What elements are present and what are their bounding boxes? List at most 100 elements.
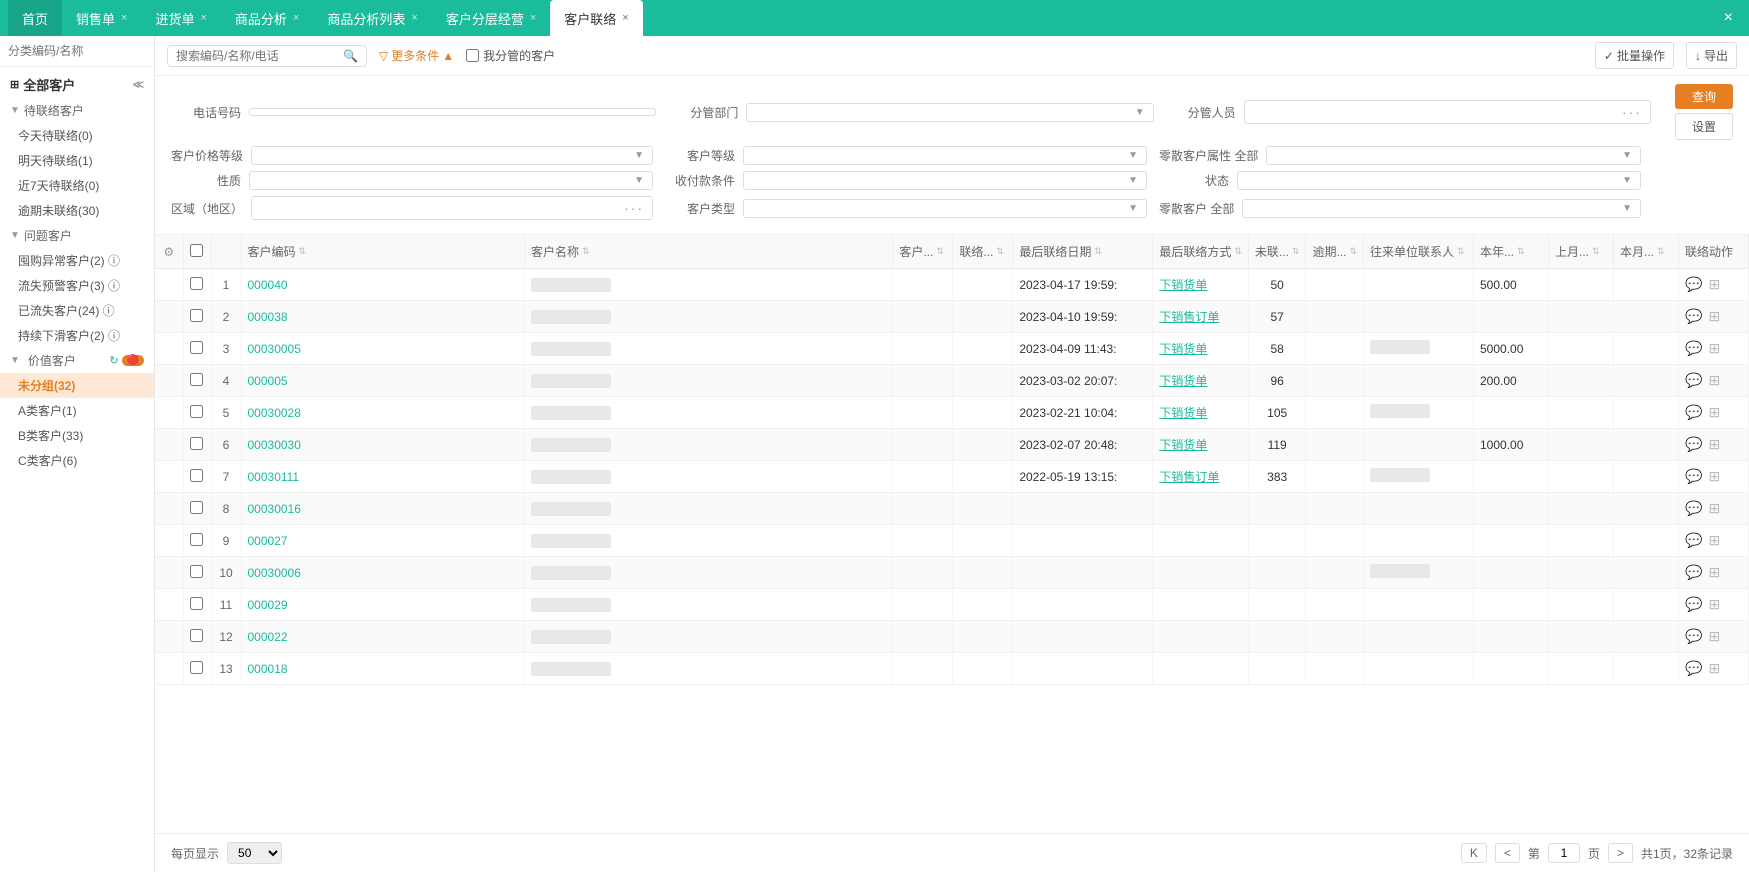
export-btn[interactable]: ↓ 导出	[1686, 42, 1737, 69]
row-code[interactable]: 00030030	[241, 429, 524, 461]
payment-dropdown[interactable]: ▼	[743, 171, 1147, 190]
row-code[interactable]: 000005	[241, 365, 524, 397]
row-select-checkbox[interactable]	[190, 501, 203, 514]
row-checkbox[interactable]	[183, 493, 211, 525]
row-code[interactable]: 000029	[241, 589, 524, 621]
row-last-contact-method[interactable]: 下销货单	[1153, 365, 1249, 397]
row-code[interactable]: 00030016	[241, 493, 524, 525]
row-select-checkbox[interactable]	[190, 437, 203, 450]
grid-action-icon[interactable]: ⊞	[1708, 308, 1720, 325]
grid-action-icon[interactable]: ⊞	[1708, 532, 1720, 549]
customer-level-dropdown[interactable]: ▼	[743, 146, 1147, 165]
row-code[interactable]: 00030006	[241, 557, 524, 589]
row-last-contact-method[interactable]: 下销货单	[1153, 429, 1249, 461]
grid-action-icon[interactable]: ⊞	[1708, 500, 1720, 517]
sidebar-group-pending[interactable]: ▼ 待联络客户	[0, 98, 154, 123]
tab-product-analysis-list[interactable]: 商品分析列表 ×	[313, 0, 431, 36]
row-checkbox[interactable]	[183, 525, 211, 557]
this-month-col-header[interactable]: 本月...⇅	[1614, 235, 1679, 269]
my-customers-check[interactable]	[466, 49, 479, 62]
person-input[interactable]: ···	[1244, 100, 1651, 124]
row-select-checkbox[interactable]	[190, 341, 203, 354]
message-icon[interactable]: 💬	[1685, 276, 1702, 293]
name-col-header[interactable]: 客户名称⇅	[524, 235, 892, 269]
row-checkbox[interactable]	[183, 397, 211, 429]
reset-btn[interactable]: 设置	[1675, 113, 1733, 140]
tab-purchase[interactable]: 进货单 ×	[141, 0, 220, 36]
tab-purchase-close[interactable]: ×	[200, 12, 206, 24]
message-icon[interactable]: 💬	[1685, 372, 1702, 389]
sidebar-item-class-c[interactable]: C类客户(6)	[0, 448, 154, 473]
row-code[interactable]: 000040	[241, 269, 524, 301]
grid-action-icon[interactable]: ⊞	[1708, 628, 1720, 645]
first-page-btn[interactable]: K	[1461, 843, 1487, 863]
overdue-col-header[interactable]: 逾期...⇅	[1306, 235, 1364, 269]
grid-action-icon[interactable]: ⊞	[1708, 436, 1720, 453]
page-number-input[interactable]	[1548, 843, 1580, 863]
row-checkbox[interactable]	[183, 589, 211, 621]
sidebar-item-churned[interactable]: 已流失客户(24) ⓘ	[0, 298, 154, 323]
price-level-dropdown[interactable]: ▼	[251, 146, 653, 165]
row-checkbox[interactable]	[183, 557, 211, 589]
last-month-col-header[interactable]: 上月...⇅	[1549, 235, 1614, 269]
search-btn[interactable]: 查询	[1675, 84, 1733, 109]
nature-dropdown[interactable]: ▼	[249, 171, 653, 190]
checkbox-col-header[interactable]	[183, 235, 211, 269]
tab-sales-close[interactable]: ×	[121, 12, 127, 24]
row-checkbox[interactable]	[183, 365, 211, 397]
message-icon[interactable]: 💬	[1685, 500, 1702, 517]
sidebar-collapse-icon[interactable]: ≪	[132, 78, 144, 91]
my-customers-checkbox[interactable]: 我分管的客户	[466, 47, 555, 64]
row-checkbox[interactable]	[183, 429, 211, 461]
row-checkbox[interactable]	[183, 653, 211, 685]
sidebar-group-value[interactable]: ▼ 价值客户 ↻ 🔴	[0, 348, 154, 373]
row-code[interactable]: 00030005	[241, 333, 524, 365]
not-contacted-col-header[interactable]: 未联...⇅	[1248, 235, 1306, 269]
tab-customer-segment[interactable]: 客户分层经营 ×	[432, 0, 550, 36]
search-input[interactable]	[176, 49, 339, 63]
message-icon[interactable]: 💬	[1685, 436, 1702, 453]
tab-product-analysis-list-close[interactable]: ×	[411, 12, 417, 24]
sidebar-item-ungrouped[interactable]: 未分组(32)	[0, 373, 154, 398]
row-code[interactable]: 00030111	[241, 461, 524, 493]
tab-home[interactable]: 首页	[8, 0, 62, 36]
prev-page-btn[interactable]: <	[1495, 843, 1520, 863]
tab-sales[interactable]: 销售单 ×	[62, 0, 141, 36]
row-select-checkbox[interactable]	[190, 597, 203, 610]
region-input[interactable]: ···	[251, 196, 653, 220]
type-col-header[interactable]: 客户...⇅	[893, 235, 953, 269]
sidebar-item-churn-warning[interactable]: 流失预警客户(3) ⓘ	[0, 273, 154, 298]
message-icon[interactable]: 💬	[1685, 532, 1702, 549]
grid-action-icon[interactable]: ⊞	[1708, 468, 1720, 485]
row-last-contact-method[interactable]: 下销售订单	[1153, 301, 1249, 333]
sidebar-item-overdue[interactable]: 逾期未联络(30)	[0, 198, 154, 223]
grid-action-icon[interactable]: ⊞	[1708, 276, 1720, 293]
row-select-checkbox[interactable]	[190, 533, 203, 546]
message-icon[interactable]: 💬	[1685, 564, 1702, 581]
status-dropdown[interactable]: ▼	[1237, 171, 1641, 190]
row-code[interactable]: 000018	[241, 653, 524, 685]
row-code[interactable]: 000038	[241, 301, 524, 333]
grid-action-icon[interactable]: ⊞	[1708, 564, 1720, 581]
message-icon[interactable]: 💬	[1685, 596, 1702, 613]
retail-customer-dropdown[interactable]: ▼	[1242, 199, 1641, 218]
sys-close-btn[interactable]: ×	[1716, 9, 1741, 27]
row-select-checkbox[interactable]	[190, 469, 203, 482]
grid-action-icon[interactable]: ⊞	[1708, 372, 1720, 389]
refresh-icon[interactable]: ↻	[109, 354, 118, 367]
row-select-checkbox[interactable]	[190, 309, 203, 322]
row-code[interactable]: 00030028	[241, 397, 524, 429]
tab-customer-segment-close[interactable]: ×	[530, 12, 536, 24]
message-icon[interactable]: 💬	[1685, 660, 1702, 677]
sidebar-item-today[interactable]: 今天待联络(0)	[0, 123, 154, 148]
dept-dropdown[interactable]: ▼	[746, 103, 1153, 122]
retail-attr-dropdown[interactable]: ▼	[1266, 146, 1641, 165]
contact-col-header[interactable]: 联络...⇅	[953, 235, 1013, 269]
tab-customer-contact-close[interactable]: ×	[622, 12, 628, 24]
last-contact-date-col-header[interactable]: 最后联络日期⇅	[1013, 235, 1153, 269]
row-last-contact-method[interactable]: 下销货单	[1153, 269, 1249, 301]
tab-product-analysis[interactable]: 商品分析 ×	[221, 0, 313, 36]
phone-input[interactable]	[249, 108, 656, 116]
assoc-contact-col-header[interactable]: 往来单位联系人⇅	[1364, 235, 1474, 269]
next-page-btn[interactable]: >	[1608, 843, 1633, 863]
